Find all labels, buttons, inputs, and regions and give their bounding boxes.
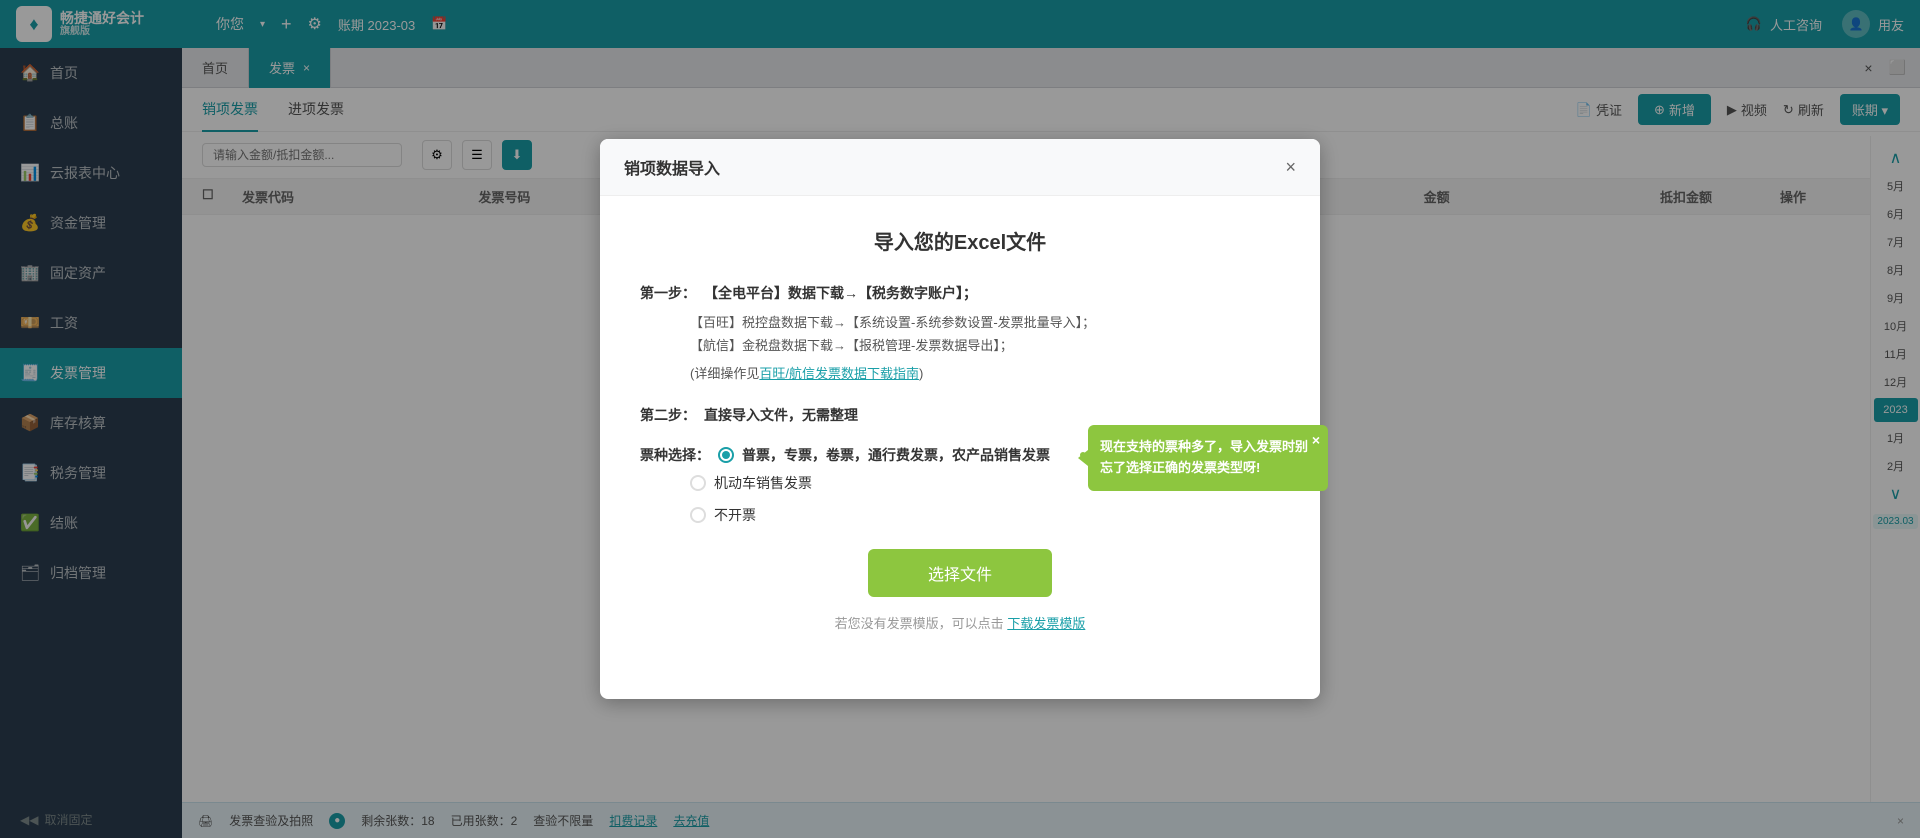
tooltip-arrow bbox=[1078, 450, 1088, 466]
modal-title: 销项数据导入 bbox=[624, 155, 720, 179]
ticket-select-block: 票种选择： 普票，专票，卷票，通行费发票，农产品销售发票 × 现在支持的票种多了… bbox=[640, 445, 1280, 525]
step2-block: 第二步： 直接导入文件，无需整理 bbox=[640, 405, 1280, 425]
guide-link[interactable]: 百旺/航信发票数据下载指南 bbox=[759, 366, 919, 381]
radio-label-2: 机动车销售发票 bbox=[714, 473, 812, 493]
tooltip-text: 现在支持的票种多了，导入发票时别忘了选择正确的发票类型呀! bbox=[1100, 439, 1308, 475]
download-template-link[interactable]: 下载发票模版 bbox=[1007, 616, 1085, 631]
radio-2[interactable] bbox=[690, 475, 706, 491]
radio-wrapper-1: 普票，专票，卷票，通行费发票，农产品销售发票 × 现在支持的票种多了，导入发票时… bbox=[718, 445, 1058, 465]
step1-block: 第一步： 【全电平台】数据下载→【税务数字账户】； 【百旺】税控盘数据下载→【系… bbox=[640, 283, 1280, 385]
step1-link-prefix: (详细操作见 bbox=[690, 366, 759, 381]
ticket-label: 票种选择： bbox=[640, 445, 710, 465]
step1-content: 【百旺】税控盘数据下载→【系统设置-系统参数设置-发票批量导入】； 【航信】金税… bbox=[640, 311, 1280, 385]
step1-title: 第一步： 【全电平台】数据下载→【税务数字账户】； bbox=[640, 283, 1280, 303]
radio-label-1: 普票，专票，卷票，通行费发票，农产品销售发票 bbox=[742, 445, 1050, 465]
step1-line3: 【航信】金税盘数据下载→【报税管理-发票数据导出】； bbox=[690, 334, 1280, 357]
modal-body: 导入您的Excel文件 第一步： 【全电平台】数据下载→【税务数字账户】； 【百… bbox=[600, 196, 1320, 699]
modal-footer: 若您没有发票模版，可以点击 下载发票模版 bbox=[640, 613, 1280, 652]
modal-header: 销项数据导入 × bbox=[600, 139, 1320, 196]
import-modal: 销项数据导入 × 导入您的Excel文件 第一步： 【全电平台】数据下载→【税务… bbox=[600, 139, 1320, 699]
select-file-btn[interactable]: 选择文件 bbox=[868, 549, 1052, 597]
step1-line1: 【全电平台】数据下载→【税务数字账户】； bbox=[704, 283, 977, 303]
step1-link-suffix: ) bbox=[919, 366, 923, 381]
radio-item-3[interactable]: 不开票 bbox=[690, 505, 1280, 525]
footer-text: 若您没有发票模版，可以点击 bbox=[835, 616, 1004, 631]
radio-1[interactable] bbox=[718, 447, 734, 463]
step2-text: 直接导入文件，无需整理 bbox=[704, 405, 858, 425]
radio-label-3: 不开票 bbox=[714, 505, 756, 525]
ticket-title: 票种选择： 普票，专票，卷票，通行费发票，农产品销售发票 × 现在支持的票种多了… bbox=[640, 445, 1280, 465]
step2-title: 第二步： 直接导入文件，无需整理 bbox=[640, 405, 1280, 425]
step1-link[interactable]: (详细操作见百旺/航信发票数据下载指南) bbox=[690, 362, 1280, 385]
tooltip-bubble: × 现在支持的票种多了，导入发票时别忘了选择正确的发票类型呀! bbox=[1088, 425, 1328, 491]
modal-subtitle: 导入您的Excel文件 bbox=[640, 226, 1280, 255]
step1-line2: 【百旺】税控盘数据下载→【系统设置-系统参数设置-发票批量导入】； bbox=[690, 311, 1280, 334]
radio-3[interactable] bbox=[690, 507, 706, 523]
tooltip-close-btn[interactable]: × bbox=[1312, 429, 1320, 451]
modal-close-btn[interactable]: × bbox=[1285, 157, 1296, 178]
